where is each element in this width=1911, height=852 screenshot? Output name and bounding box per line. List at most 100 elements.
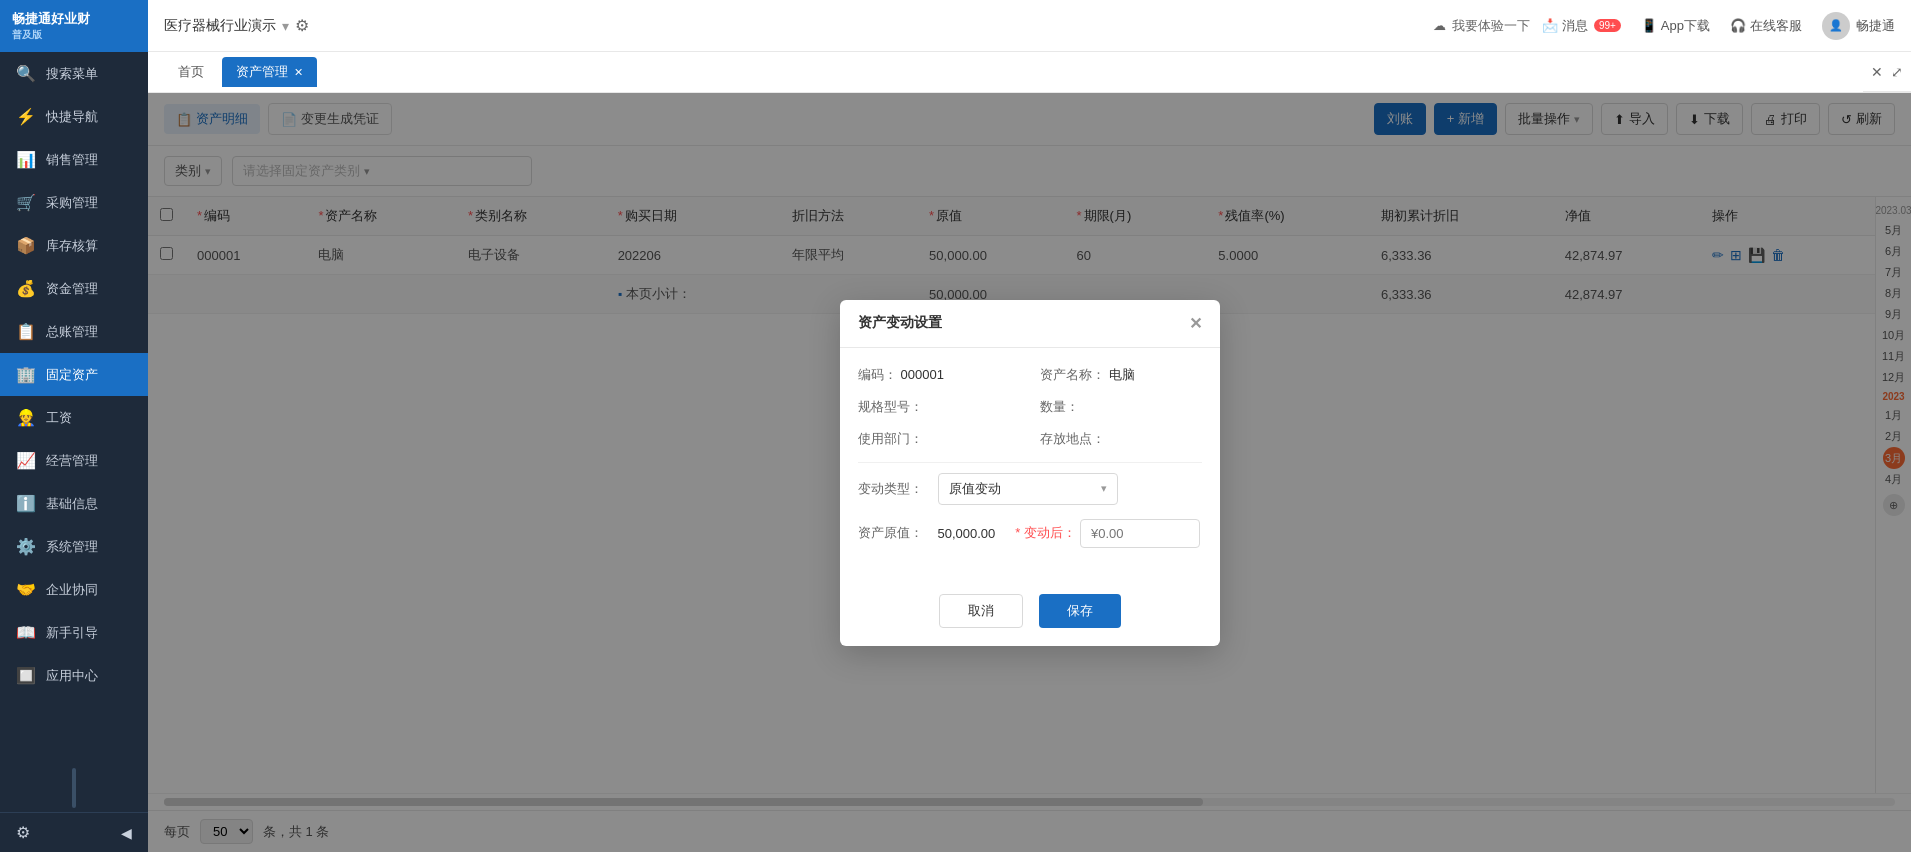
spec-label: 规格型号： (858, 398, 923, 416)
content-area: 📋 资产明细 📄 变更生成凭证 刘账 + 新增 (148, 93, 1911, 852)
location-label: 存放地点： (1040, 430, 1105, 448)
app-name: 畅捷通好业财 (12, 10, 90, 28)
cancel-button[interactable]: 取消 (939, 594, 1023, 628)
service-icon: 🎧 (1730, 18, 1746, 33)
sidebar-scroll: 🔍 搜索菜单 ⚡ 快捷导航 📊 销售管理 🛒 采购管理 📦 库存核算 💰 资金管… (0, 52, 148, 764)
sales-icon: 📊 (16, 150, 36, 169)
change-type-dropdown-icon: ▾ (1101, 482, 1107, 495)
window-controls: ✕ ⤢ (1863, 52, 1911, 92)
save-label: 保存 (1067, 603, 1093, 618)
modal-location-field: 存放地点： (1040, 430, 1202, 448)
window-close-icon[interactable]: ✕ (1871, 64, 1883, 80)
system-icon: ⚙️ (16, 537, 36, 556)
purchase-icon: 🛒 (16, 193, 36, 212)
main-content: 医疗器械行业演示 ▾ ⚙ ☁ 我要体验一下 📩 消息 99+ 📱 App下载 🎧… (148, 0, 1911, 852)
modal-quantity-field: 数量： (1040, 398, 1202, 416)
sidebar-item-label: 销售管理 (46, 151, 98, 169)
sidebar-item-app-center[interactable]: 🔲 应用中心 (0, 654, 148, 697)
name-value: 电脑 (1109, 366, 1135, 384)
modal-row-3: 使用部门： 存放地点： (858, 430, 1202, 448)
sidebar-item-corp-collab[interactable]: 🤝 企业协同 (0, 568, 148, 611)
change-type-label: 变动类型： (858, 480, 938, 498)
tab-home[interactable]: 首页 (164, 57, 218, 87)
ledger-icon: 📋 (16, 322, 36, 341)
avatar: 👤 (1822, 12, 1850, 40)
quantity-label: 数量： (1040, 398, 1079, 416)
cancel-label: 取消 (968, 603, 994, 618)
tab-asset-manage[interactable]: 资产管理 ✕ (222, 57, 317, 87)
topbar-experience[interactable]: ☁ 我要体验一下 (1433, 17, 1530, 35)
sidebar-item-guide[interactable]: 📖 新手引导 (0, 611, 148, 654)
modal-spec-field: 规格型号： (858, 398, 1020, 416)
app-download-icon: 📱 (1641, 18, 1657, 33)
sidebar-item-label: 总账管理 (46, 323, 98, 341)
corp-collab-icon: 🤝 (16, 580, 36, 599)
tab-close-icon[interactable]: ✕ (294, 66, 303, 79)
change-type-input[interactable]: 原值变动 ▾ (938, 473, 1118, 505)
notification-icon: 📩 (1542, 18, 1558, 33)
sidebar-item-label: 资金管理 (46, 280, 98, 298)
notification-item[interactable]: 📩 消息 99+ (1542, 17, 1621, 35)
sidebar-item-operations[interactable]: 📈 经营管理 (0, 439, 148, 482)
modal-change-type-row: 变动类型： 原值变动 ▾ (858, 473, 1202, 505)
quick-nav-icon: ⚡ (16, 107, 36, 126)
collapse-icon[interactable]: ◀ (121, 825, 132, 841)
modal-header: 资产变动设置 ✕ (840, 300, 1220, 348)
modal-dept-field: 使用部门： (858, 430, 1020, 448)
sidebar-item-purchase[interactable]: 🛒 采购管理 (0, 181, 148, 224)
inventory-icon: 📦 (16, 236, 36, 255)
modal-close-button[interactable]: ✕ (1189, 314, 1202, 333)
code-value: 000001 (901, 367, 944, 382)
modal-title: 资产变动设置 (858, 314, 942, 332)
sidebar-item-label: 基础信息 (46, 495, 98, 513)
original-value-display: 50,000.00 (938, 526, 996, 541)
window-maximize-icon[interactable]: ⤢ (1891, 64, 1903, 80)
sidebar-item-ledger[interactable]: 📋 总账管理 (0, 310, 148, 353)
after-change-input[interactable] (1080, 519, 1200, 548)
topbar: 医疗器械行业演示 ▾ ⚙ ☁ 我要体验一下 📩 消息 99+ 📱 App下载 🎧… (148, 0, 1911, 52)
sidebar-item-quick-nav[interactable]: ⚡ 快捷导航 (0, 95, 148, 138)
modal-row-2: 规格型号： 数量： (858, 398, 1202, 416)
app-center-icon: 🔲 (16, 666, 36, 685)
sidebar-item-inventory[interactable]: 📦 库存核算 (0, 224, 148, 267)
online-service-item[interactable]: 🎧 在线客服 (1730, 17, 1802, 35)
company-name: 医疗器械行业演示 (164, 17, 276, 35)
sidebar-item-sales[interactable]: 📊 销售管理 (0, 138, 148, 181)
sidebar-item-search[interactable]: 🔍 搜索菜单 (0, 52, 148, 95)
sidebar-item-label: 搜索菜单 (46, 65, 98, 83)
sidebar-item-label: 快捷导航 (46, 108, 98, 126)
experience-label: 我要体验一下 (1452, 17, 1530, 35)
modal-name-field: 资产名称： 电脑 (1040, 366, 1202, 384)
name-label: 资产名称： (1040, 366, 1105, 384)
topbar-title: 医疗器械行业演示 ▾ ⚙ (164, 16, 1421, 35)
finance-icon: 💰 (16, 279, 36, 298)
sidebar-item-finance[interactable]: 💰 资金管理 (0, 267, 148, 310)
sidebar-logo: 畅捷通好业财 普及版 (0, 0, 148, 52)
sidebar-item-label: 固定资产 (46, 366, 98, 384)
sidebar-item-system[interactable]: ⚙️ 系统管理 (0, 525, 148, 568)
settings-icon[interactable]: ⚙ (16, 823, 30, 842)
modal-divider (858, 462, 1202, 463)
fixed-assets-icon: 🏢 (16, 365, 36, 384)
cloud-icon: ☁ (1433, 18, 1446, 33)
tab-asset-label: 资产管理 (236, 63, 288, 81)
sidebar-item-basic-info[interactable]: ℹ️ 基础信息 (0, 482, 148, 525)
basic-info-icon: ℹ️ (16, 494, 36, 513)
sidebar-item-label: 系统管理 (46, 538, 98, 556)
sidebar-item-label: 库存核算 (46, 237, 98, 255)
company-dropdown-icon[interactable]: ▾ (282, 18, 289, 34)
sidebar-item-fixed-assets[interactable]: 🏢 固定资产 (0, 353, 148, 396)
app-edition: 普及版 (12, 28, 90, 42)
original-value-label: 资产原值： (858, 524, 938, 542)
sidebar-item-payroll[interactable]: 👷 工资 (0, 396, 148, 439)
after-change-label: * 变动后： (1015, 524, 1076, 542)
topbar-settings-icon[interactable]: ⚙ (295, 16, 309, 35)
sidebar-footer: ⚙ ◀ (0, 812, 148, 852)
sidebar-item-label: 采购管理 (46, 194, 98, 212)
app-download-item[interactable]: 📱 App下载 (1641, 17, 1710, 35)
save-button[interactable]: 保存 (1039, 594, 1121, 628)
user-info[interactable]: 👤 畅捷通 (1822, 12, 1895, 40)
modal-footer: 取消 保存 (840, 580, 1220, 646)
user-name: 畅捷通 (1856, 17, 1895, 35)
search-icon: 🔍 (16, 64, 36, 83)
